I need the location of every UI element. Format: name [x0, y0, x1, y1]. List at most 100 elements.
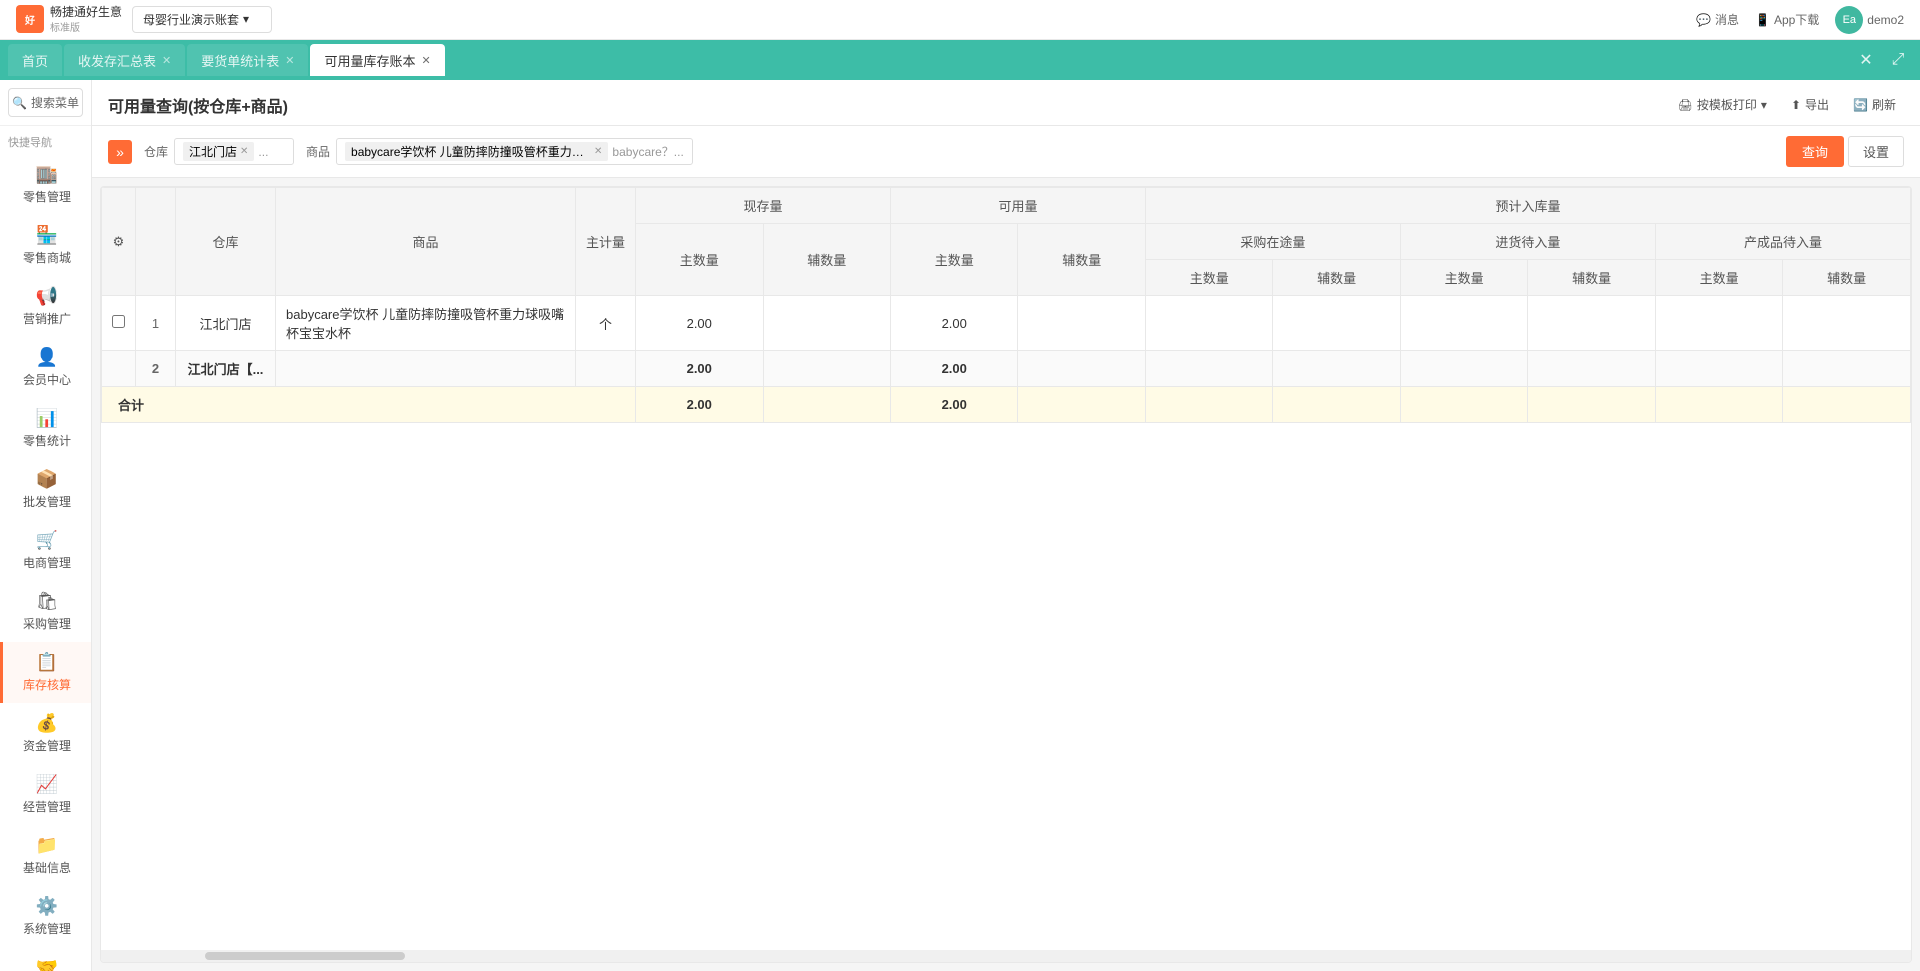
sidebar-item-purchase[interactable]: 🛍 采购管理	[0, 581, 91, 642]
message-btn[interactable]: 💬 消息	[1696, 11, 1739, 28]
app-download-label: App下载	[1774, 11, 1819, 28]
retail-store-icon: 🏪	[36, 225, 58, 246]
print-icon: 🖨	[1678, 98, 1693, 112]
tab-available-stock[interactable]: 可用量库存账本 ✕	[310, 44, 444, 76]
sidebar-item-marketing[interactable]: 📢 营销推广	[0, 276, 91, 337]
page-actions: 🖨 按模板打印 ▾ ⬆ 导出 🔄 刷新	[1670, 92, 1904, 117]
row-1-avail-aux	[1018, 296, 1145, 351]
th-avail-main: 主数量	[890, 224, 1017, 296]
footer-stock-main: 2.00	[636, 387, 763, 423]
quick-nav-label[interactable]: 快捷导航	[0, 126, 91, 154]
product-tags[interactable]: babycare学饮杯 儿童防摔防撞吸管杯重力球吸嘴杯宝宝水杯 ✕ babyca…	[336, 138, 693, 165]
tab-order-stats-close[interactable]: ✕	[285, 54, 294, 67]
product-more[interactable]: babycare？...	[612, 143, 683, 160]
row-2-incoming-main	[1400, 351, 1527, 387]
sidebar-item-finance[interactable]: 💰 资金管理	[0, 703, 91, 764]
expand-btn[interactable]: »	[108, 140, 132, 164]
app-icon: 📱	[1755, 13, 1770, 27]
sidebar-item-inventory[interactable]: 📋 库存核算	[0, 642, 91, 703]
row-1-incoming-main	[1400, 296, 1527, 351]
row-2-avail-aux	[1018, 351, 1145, 387]
row-2-unit	[576, 351, 636, 387]
user-area[interactable]: Ea demo2	[1835, 6, 1904, 34]
close-window-btn[interactable]: ✕	[1852, 46, 1880, 74]
avatar: Ea	[1835, 6, 1863, 34]
sidebar-item-retail-mgmt[interactable]: 🏬 零售管理	[0, 154, 91, 215]
sidebar-item-member[interactable]: 👤 会员中心	[0, 337, 91, 398]
table-header-row-1: ⚙ 仓库 商品 主计量 现存量 可用量 预计入库量	[102, 188, 1911, 224]
app-download-btn[interactable]: 📱 App下载	[1755, 11, 1819, 28]
sidebar-item-label: 资金管理	[23, 737, 71, 754]
main-layout: 🔍 搜索菜单 快捷导航 🏬 零售管理 🏪 零售商城 📢 营销推广 👤 会员中心 …	[0, 80, 1920, 971]
logo-area: 好 畅捷通好生意 标准版	[16, 5, 122, 34]
th-incoming-aux: 辅数量	[1528, 260, 1655, 296]
filter-bar: » 仓库 江北门店 ✕ ... 商品 babycare学饮杯 儿童防摔防撞吸管杯…	[92, 126, 1920, 178]
sidebar-item-base-info[interactable]: 📁 基础信息	[0, 825, 91, 886]
footer-label: 合计	[102, 387, 636, 423]
th-products-main: 主数量	[1655, 260, 1782, 296]
query-btn[interactable]: 查询	[1786, 136, 1844, 167]
sidebar-item-retail-stats[interactable]: 📊 零售统计	[0, 398, 91, 459]
row-checkbox[interactable]	[102, 296, 136, 351]
page-title: 可用量查询(按仓库+商品)	[108, 93, 288, 117]
tab-available-stock-label: 可用量库存账本	[324, 51, 415, 70]
table-scroll[interactable]: ⚙ 仓库 商品 主计量 现存量 可用量 预计入库量 主数量 辅数量	[101, 187, 1911, 950]
sidebar-item-retail-store[interactable]: 🏪 零售商城	[0, 215, 91, 276]
footer-purchase-aux	[1273, 387, 1400, 423]
template-print-btn[interactable]: 🖨 按模板打印 ▾	[1670, 92, 1775, 117]
sidebar-search-btn[interactable]: 🔍 搜索菜单	[8, 88, 83, 117]
horizontal-scrollbar[interactable]	[101, 950, 1911, 962]
row-1-products-aux	[1783, 296, 1911, 351]
refresh-btn[interactable]: 🔄 刷新	[1845, 92, 1904, 117]
row-1-warehouse: 江北门店	[176, 296, 276, 351]
th-stock-main: 主数量	[636, 224, 763, 296]
row-1-incoming-aux	[1528, 296, 1655, 351]
export-label: 导出	[1805, 96, 1829, 113]
warehouse-more[interactable]: ...	[258, 145, 268, 159]
logo-icon: 好	[16, 5, 44, 33]
sidebar: 🔍 搜索菜单 快捷导航 🏬 零售管理 🏪 零售商城 📢 营销推广 👤 会员中心 …	[0, 80, 92, 971]
warehouse-filter: 仓库 江北门店 ✕ ...	[144, 138, 294, 165]
sidebar-item-label: 库存核算	[23, 676, 71, 693]
sidebar-item-label: 基础信息	[23, 859, 71, 876]
industry-select[interactable]: 母婴行业演示账套 ▾	[132, 6, 272, 33]
th-purchase-transit: 采购在途量	[1145, 224, 1400, 260]
sidebar-item-ecommerce[interactable]: 🛒 电商管理	[0, 520, 91, 581]
row-2-products-aux	[1783, 351, 1911, 387]
footer-products-aux	[1783, 387, 1911, 423]
settings-btn[interactable]: 设置	[1848, 136, 1904, 167]
sidebar-item-label: 零售商城	[23, 249, 71, 266]
warehouse-tag-close[interactable]: ✕	[240, 146, 248, 157]
warehouse-tags[interactable]: 江北门店 ✕ ...	[174, 138, 294, 165]
product-tag-close[interactable]: ✕	[594, 146, 602, 157]
product-tag-text: babycare学饮杯 儿童防摔防撞吸管杯重力球吸嘴杯宝宝水杯	[351, 143, 591, 160]
row-1-purchase-aux	[1273, 296, 1400, 351]
sidebar-item-wholesale-mgmt[interactable]: 📦 批发管理	[0, 459, 91, 520]
sidebar-item-enterprise[interactable]: 🤝 企业协同	[0, 947, 91, 971]
tab-receipts-close[interactable]: ✕	[162, 54, 171, 67]
message-icon: 💬	[1696, 13, 1711, 27]
row-1-unit: 个	[576, 296, 636, 351]
search-icon: 🔍	[12, 96, 27, 110]
sidebar-item-system[interactable]: ⚙️ 系统管理	[0, 886, 91, 947]
warehouse-tag-1: 江北门店 ✕	[183, 142, 254, 161]
maximize-btn[interactable]: ⤢	[1884, 46, 1912, 74]
retail-stats-icon: 📊	[36, 408, 58, 429]
th-purchase-aux: 辅数量	[1273, 260, 1400, 296]
tab-order-stats[interactable]: 要货单统计表 ✕	[187, 44, 308, 76]
tab-home[interactable]: 首页	[8, 44, 62, 76]
industry-label: 母婴行业演示账套	[143, 11, 239, 28]
sidebar-item-operations[interactable]: 📈 经营管理	[0, 764, 91, 825]
export-icon: ⬆	[1791, 98, 1801, 112]
user-initials: Ea	[1843, 14, 1856, 26]
tab-bar: 首页 收发存汇总表 ✕ 要货单统计表 ✕ 可用量库存账本 ✕ ✕ ⤢	[0, 40, 1920, 80]
scroll-thumb[interactable]	[205, 952, 405, 960]
tab-receipts-label: 收发存汇总表	[78, 51, 156, 70]
row-1-checkbox[interactable]	[112, 315, 125, 328]
logo-sub: 标准版	[50, 19, 122, 34]
tab-receipts[interactable]: 收发存汇总表 ✕	[64, 44, 185, 76]
export-btn[interactable]: ⬆ 导出	[1783, 92, 1837, 117]
th-settings[interactable]: ⚙	[102, 188, 136, 296]
tab-available-stock-close[interactable]: ✕	[422, 54, 431, 67]
industry-dropdown-icon: ▾	[243, 12, 249, 26]
